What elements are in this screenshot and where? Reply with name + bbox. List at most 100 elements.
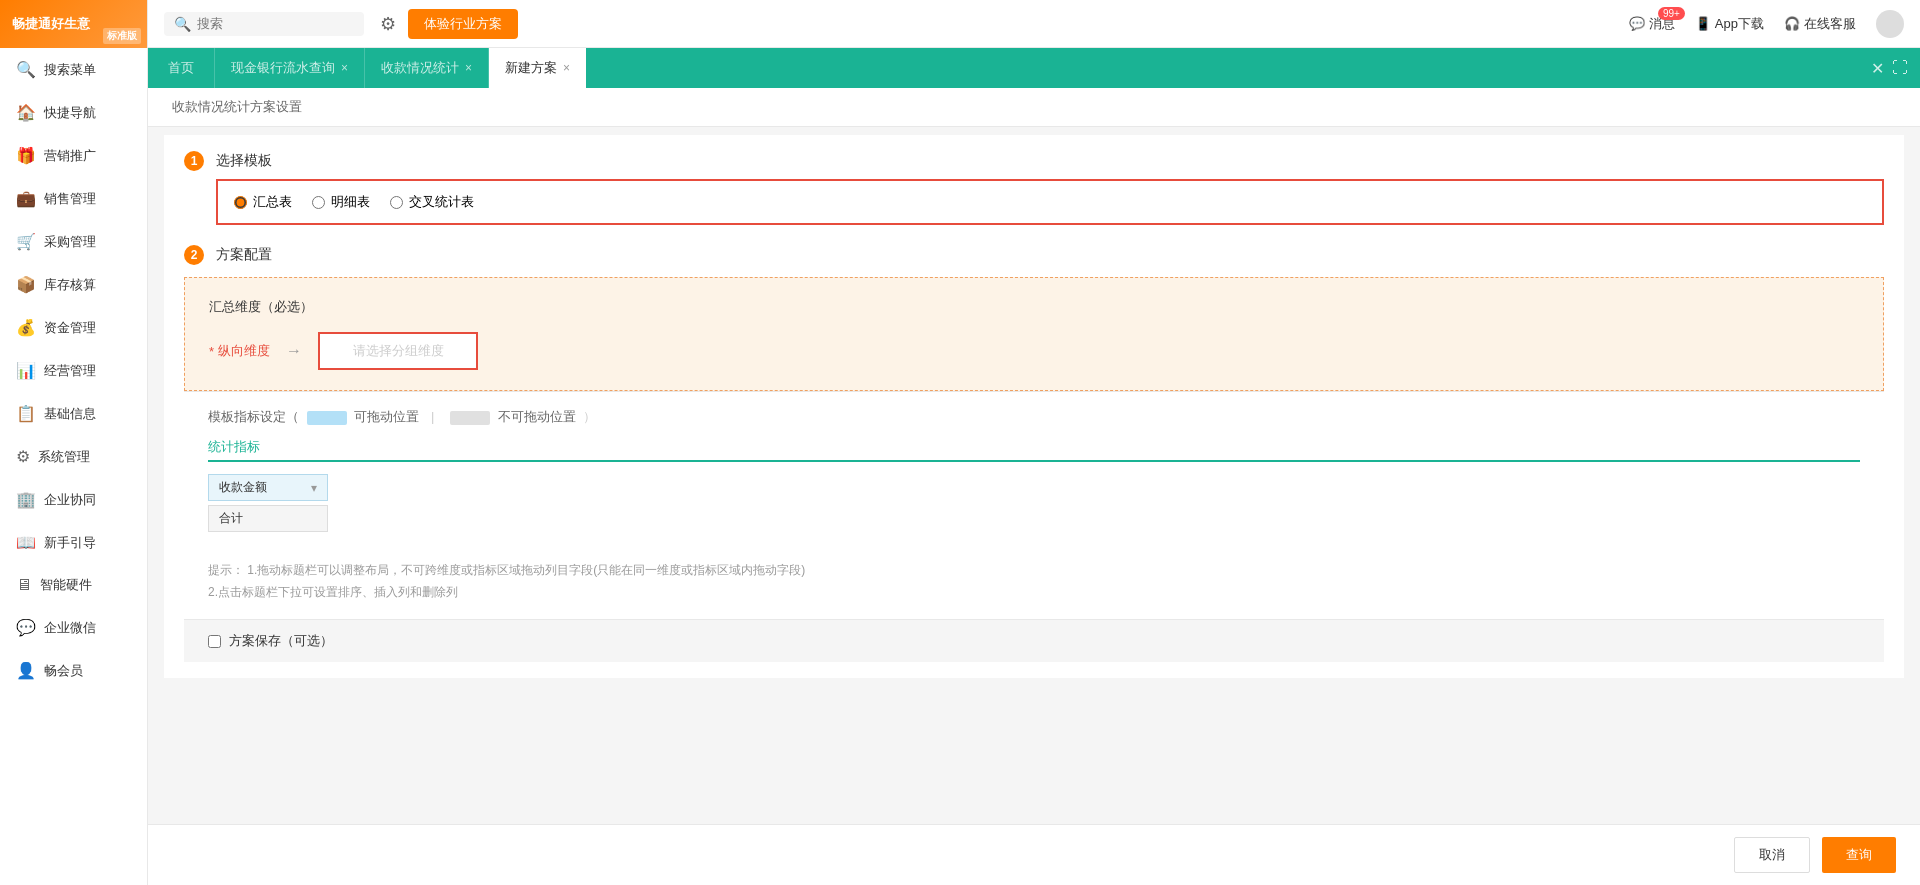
tab-new-plan-close[interactable]: × [563, 61, 570, 75]
query-button[interactable]: 查询 [1822, 837, 1896, 873]
save-checkbox[interactable] [208, 635, 221, 648]
sidebar-item-guide[interactable]: 📖 新手引导 [0, 521, 147, 564]
content-area: 收款情况统计方案设置 1 选择模板 汇总表 [148, 88, 1920, 824]
search-icon: 🔍 [174, 16, 191, 32]
dimension-placeholder[interactable]: 请选择分组维度 [318, 332, 478, 370]
topbar: 🔍 ⚙ 体验行业方案 💬 消息 99+ 📱 App下载 🎧 在线客服 [148, 0, 1920, 48]
sidebar-item-operations[interactable]: 📊 经营管理 [0, 349, 147, 392]
vertical-dim-text: 纵向维度 [218, 342, 270, 360]
step2-number: 2 [184, 245, 204, 265]
tab-home[interactable]: 首页 [148, 48, 215, 88]
radio-summary-input[interactable] [234, 196, 247, 209]
sidebar-item-purchase[interactable]: 🛒 采购管理 [0, 220, 147, 263]
cart-icon: 🛒 [16, 232, 36, 251]
step2-row: 2 方案配置 [184, 245, 1884, 265]
sidebar-item-marketing[interactable]: 🎁 营销推广 [0, 134, 147, 177]
sidebar-item-label: 库存核算 [44, 276, 96, 294]
step1-row: 1 选择模板 [184, 151, 1884, 171]
search-box[interactable]: 🔍 [164, 12, 364, 36]
page-container: 收款情况统计方案设置 1 选择模板 汇总表 [148, 88, 1920, 678]
sidebar-item-label: 企业协同 [44, 491, 96, 509]
online-service-item[interactable]: 🎧 在线客服 [1784, 15, 1856, 33]
tag-payment-amount-label: 收款金额 [219, 479, 267, 496]
message-item[interactable]: 💬 消息 99+ [1629, 15, 1675, 33]
step1-number: 1 [184, 151, 204, 171]
sidebar-item-label: 经营管理 [44, 362, 96, 380]
vertical-dimension-label: 纵向维度 [209, 342, 270, 360]
main-area: 🔍 ⚙ 体验行业方案 💬 消息 99+ 📱 App下载 🎧 在线客服 首页 [148, 0, 1920, 885]
industry-btn[interactable]: 体验行业方案 [408, 9, 518, 39]
indicator-section-title: 模板指标设定（ 可拖动位置 | 不可拖动位置 ） [208, 408, 1860, 426]
indicator-section: 模板指标设定（ 可拖动位置 | 不可拖动位置 ） 统计指标 收款金额 [184, 391, 1884, 548]
page-header: 收款情况统计方案设置 [148, 88, 1920, 127]
radio-detail[interactable]: 明细表 [312, 193, 370, 211]
radio-summary-label: 汇总表 [253, 193, 292, 211]
dimension-area: 汇总维度（必选） 纵向维度 → 请选择分组维度 [184, 277, 1884, 391]
tab-bank-flow[interactable]: 现金银行流水查询 × [215, 48, 365, 88]
tab-bank-flow-close[interactable]: × [341, 61, 348, 75]
tag-total-label: 合计 [219, 511, 243, 525]
radio-cross[interactable]: 交叉统计表 [390, 193, 474, 211]
sidebar-item-inventory[interactable]: 📦 库存核算 [0, 263, 147, 306]
sidebar-item-basic-info[interactable]: 📋 基础信息 [0, 392, 147, 435]
fixed-label: 不可拖动位置 [498, 409, 576, 424]
dimension-row: 纵向维度 → 请选择分组维度 [209, 332, 1859, 370]
sidebar-item-label: 采购管理 [44, 233, 96, 251]
sidebar-item-label: 营销推广 [44, 147, 96, 165]
maximize-icon[interactable]: ⛶ [1892, 59, 1908, 77]
search-input[interactable] [197, 16, 337, 31]
close-window-icon[interactable]: ✕ [1871, 59, 1884, 78]
radio-cross-input[interactable] [390, 196, 403, 209]
tab-payment-stats-label: 收款情况统计 [381, 59, 459, 77]
breadcrumb: 收款情况统计方案设置 [172, 99, 302, 114]
radio-detail-input[interactable] [312, 196, 325, 209]
book-icon: 📖 [16, 533, 36, 552]
sidebar-item-label: 系统管理 [38, 448, 90, 466]
cancel-button[interactable]: 取消 [1734, 837, 1810, 873]
service-icon: 🎧 [1784, 16, 1800, 31]
settings-icon[interactable]: ⚙ [380, 13, 396, 35]
radio-summary[interactable]: 汇总表 [234, 193, 292, 211]
app-download-item[interactable]: 📱 App下载 [1695, 15, 1764, 33]
sidebar-item-label: 搜索菜单 [44, 61, 96, 79]
sidebar-item-label: 资金管理 [44, 319, 96, 337]
sidebar-item-search-menu[interactable]: 🔍 搜索菜单 [0, 48, 147, 91]
sidebar-item-system[interactable]: ⚙ 系统管理 [0, 435, 147, 478]
tab-payment-stats-close[interactable]: × [465, 61, 472, 75]
home-icon: 🏠 [16, 103, 36, 122]
online-service-label: 在线客服 [1804, 15, 1856, 33]
topbar-right: 💬 消息 99+ 📱 App下载 🎧 在线客服 [1629, 10, 1904, 38]
template-selection: 汇总表 明细表 交叉统计表 [216, 179, 1884, 225]
movable-label: 可拖动位置 [354, 409, 419, 424]
sidebar-item-enterprise[interactable]: 🏢 企业协同 [0, 478, 147, 521]
tag-payment-amount[interactable]: 收款金额 ▾ [208, 474, 328, 501]
sidebar-item-quick-nav[interactable]: 🏠 快捷导航 [0, 91, 147, 134]
sidebar-item-wechat[interactable]: 💬 企业微信 [0, 606, 147, 649]
message-icon: 💬 [1629, 16, 1645, 31]
tag-dropdown-icon[interactable]: ▾ [311, 481, 317, 495]
sidebar-item-smart-hw[interactable]: 🖥 智能硬件 [0, 564, 147, 606]
config-section: 汇总维度（必选） 纵向维度 → 请选择分组维度 模板指标设定（ [184, 277, 1884, 619]
monitor-icon: 🖥 [16, 576, 32, 594]
tag-container: 统计指标 收款金额 ▾ 合计 [208, 438, 1860, 532]
tip-1: 提示： 1.拖动标题栏可以调整布局，不可跨维度或指标区域拖动列目字段(只能在同一… [208, 560, 1860, 582]
gear-icon: ⚙ [16, 447, 30, 466]
gift-icon: 🎁 [16, 146, 36, 165]
main-section: 1 选择模板 汇总表 明细表 [164, 135, 1904, 678]
tag-total: 合计 [208, 505, 328, 532]
dimension-title: 汇总维度（必选） [209, 298, 1859, 316]
save-label: 方案保存（可选） [229, 632, 333, 650]
sidebar-item-finance[interactable]: 💰 资金管理 [0, 306, 147, 349]
tab-new-plan[interactable]: 新建方案 × [489, 48, 586, 88]
tab-payment-stats[interactable]: 收款情况统计 × [365, 48, 489, 88]
radio-detail-label: 明细表 [331, 193, 370, 211]
box-icon: 📦 [16, 275, 36, 294]
clipboard-icon: 📋 [16, 404, 36, 423]
sidebar-item-label: 企业微信 [44, 619, 96, 637]
user-avatar[interactable] [1876, 10, 1904, 38]
sidebar-item-sales[interactable]: 💼 销售管理 [0, 177, 147, 220]
sidebar-logo: 畅捷通好生意 标准版 [0, 0, 147, 48]
sidebar-item-member[interactable]: 👤 畅会员 [0, 649, 147, 692]
step1-label: 选择模板 [216, 152, 272, 170]
sidebar-item-label: 畅会员 [44, 662, 83, 680]
